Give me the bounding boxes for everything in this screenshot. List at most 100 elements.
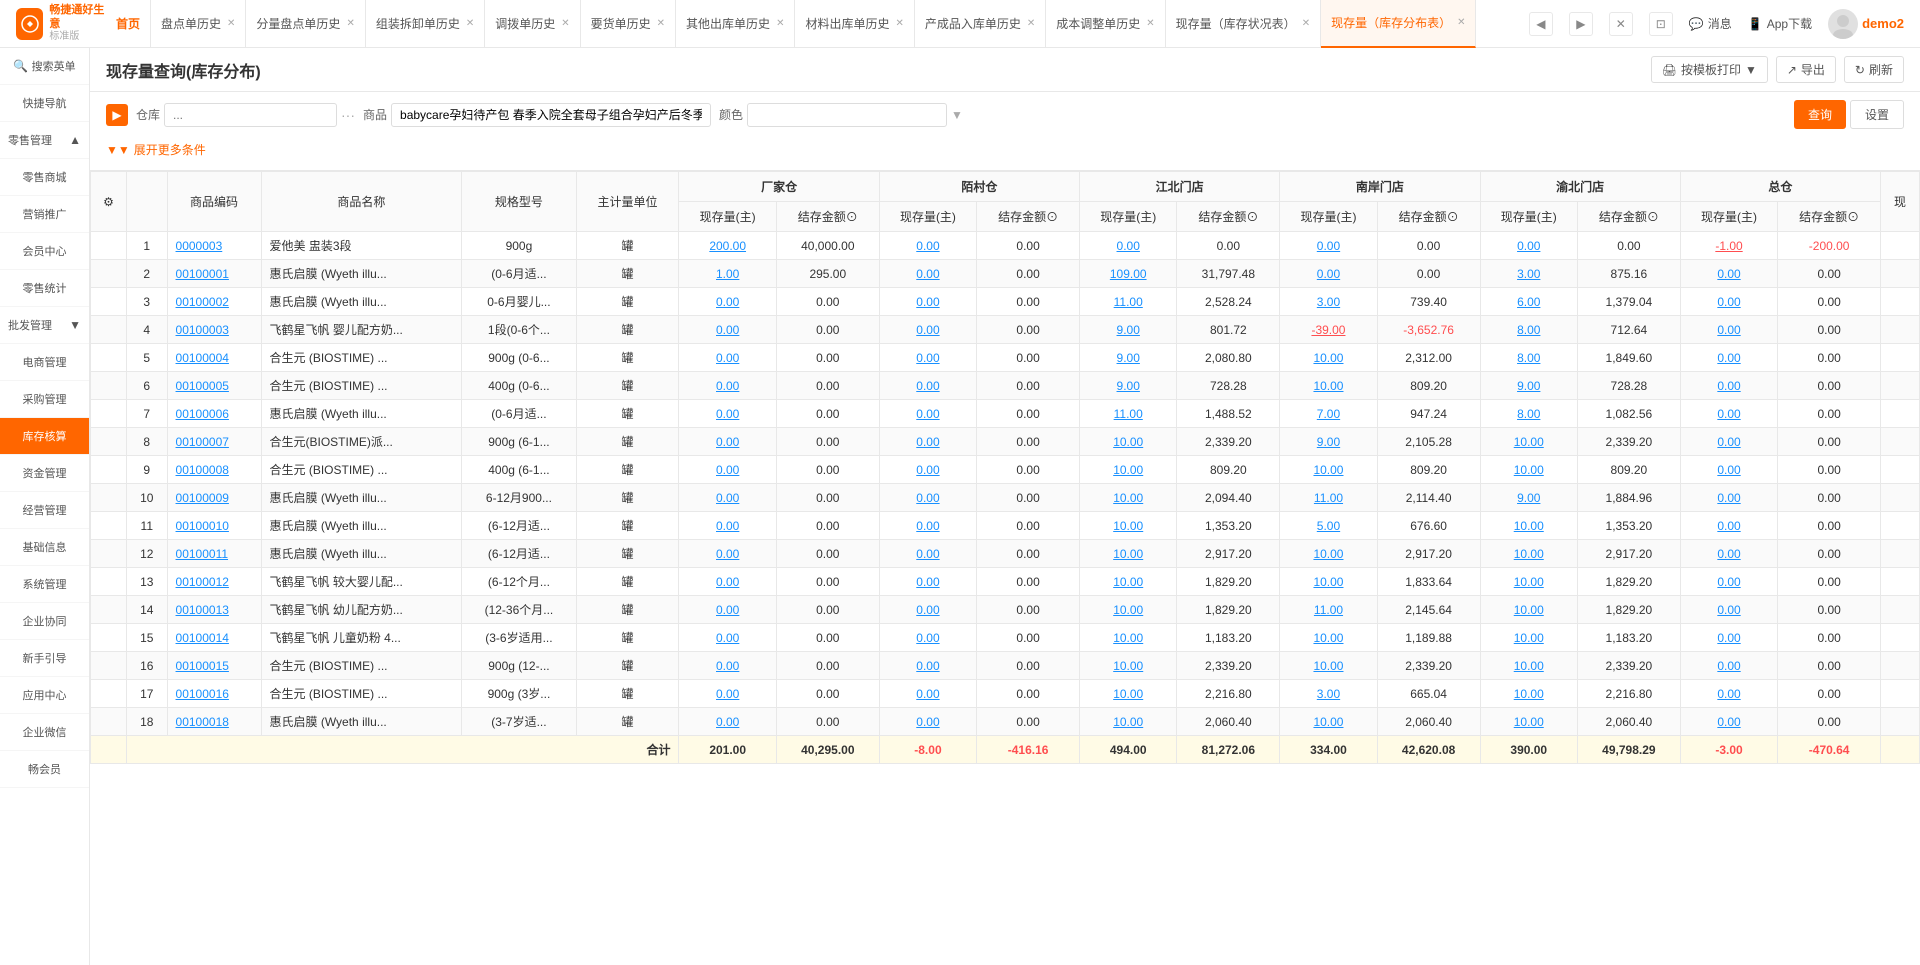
- sidebar-item-search[interactable]: 🔍 搜索英单: [0, 48, 89, 85]
- sidebar-inventory-label: 库存核算: [23, 431, 67, 443]
- row-total-amt: 0.00: [1778, 708, 1881, 736]
- sidebar-item-system[interactable]: 系统管理: [0, 566, 89, 603]
- tab-4[interactable]: 调拨单历史 ✕: [485, 0, 580, 48]
- sum-total-qty: -3.00: [1680, 736, 1777, 764]
- row-c1-qty: 0.00: [679, 372, 776, 400]
- row-c4-amt: 1,189.88: [1377, 624, 1480, 652]
- close-icon[interactable]: ✕: [1302, 18, 1310, 29]
- row-seq: 2: [127, 260, 168, 288]
- sidebar-item-member2[interactable]: 畅会员: [0, 751, 89, 788]
- export-label: 导出: [1801, 61, 1825, 78]
- sidebar-item-ecommerce[interactable]: 电商管理: [0, 344, 89, 381]
- row-spec: 6-12月900...: [462, 484, 576, 512]
- close-icon[interactable]: ✕: [895, 18, 903, 29]
- close-icon[interactable]: ✕: [227, 18, 235, 29]
- row-c4-qty: 11.00: [1280, 484, 1377, 512]
- sidebar-item-wechat[interactable]: 企业微信: [0, 714, 89, 751]
- row-unit: 罐: [576, 372, 679, 400]
- row-c1-amt: 0.00: [776, 456, 879, 484]
- message-icon: 💬: [1689, 17, 1704, 31]
- row-c3-amt: 2,917.20: [1177, 540, 1280, 568]
- row-c5-qty: 10.00: [1480, 512, 1577, 540]
- row-c1-qty: 0.00: [679, 596, 776, 624]
- tab-next-btn[interactable]: ▶: [1569, 12, 1593, 36]
- tab-9[interactable]: 成本调整单历史 ✕: [1046, 0, 1165, 48]
- row-c5-qty: 8.00: [1480, 316, 1577, 344]
- close-icon[interactable]: ✕: [776, 18, 784, 29]
- row-c1-amt: 0.00: [776, 708, 879, 736]
- row-name: 合生元 (BIOSTIME) ...: [261, 680, 462, 708]
- sidebar-item-ops[interactable]: 经营管理: [0, 492, 89, 529]
- row-c5-amt: 2,216.80: [1577, 680, 1680, 708]
- sidebar-item-retail-stats[interactable]: 零售统计: [0, 270, 89, 307]
- sidebar-item-purchase[interactable]: 采购管理: [0, 381, 89, 418]
- message-btn[interactable]: 💬 消息: [1689, 15, 1732, 32]
- sidebar-item-appcenter[interactable]: 应用中心: [0, 677, 89, 714]
- tab-expand-btn[interactable]: ⊡: [1649, 12, 1673, 36]
- expand-more-btn[interactable]: ▼▼ 展开更多条件: [106, 137, 1904, 162]
- row-c1-qty: 0.00: [679, 344, 776, 372]
- close-icon[interactable]: ✕: [1027, 18, 1035, 29]
- tab-7[interactable]: 材料出库单历史 ✕: [795, 0, 914, 48]
- avatar: [1828, 9, 1858, 39]
- tab-5[interactable]: 要货单历史 ✕: [581, 0, 676, 48]
- row-c4-amt: 2,312.00: [1377, 344, 1480, 372]
- tab-home[interactable]: 首页: [106, 0, 151, 48]
- close-icon[interactable]: ✕: [1457, 17, 1465, 28]
- query-btn[interactable]: 查询: [1794, 100, 1846, 129]
- tab-8[interactable]: 产成品入库单历史 ✕: [915, 0, 1046, 48]
- close-icon[interactable]: ✕: [1146, 18, 1154, 29]
- row-unit: 罐: [576, 344, 679, 372]
- sidebar-item-retail-mall[interactable]: 零售商城: [0, 159, 89, 196]
- warehouse-dots[interactable]: ···: [341, 107, 355, 123]
- row-total-amt: 0.00: [1778, 372, 1881, 400]
- tab-close-all-btn[interactable]: ✕: [1609, 12, 1633, 36]
- row-total-amt: 0.00: [1778, 596, 1881, 624]
- close-icon[interactable]: ✕: [561, 18, 569, 29]
- close-icon[interactable]: ✕: [466, 18, 474, 29]
- tab-3[interactable]: 组装拆卸单历史 ✕: [366, 0, 485, 48]
- sidebar-item-inventory[interactable]: 库存核算: [0, 418, 89, 455]
- sidebar-item-collab[interactable]: 企业协同: [0, 603, 89, 640]
- sidebar-item-guide[interactable]: 新手引导: [0, 640, 89, 677]
- tab-prev-btn[interactable]: ◀: [1529, 12, 1553, 36]
- row-c5-qty: 10.00: [1480, 708, 1577, 736]
- table-row: 8 00100007 合生元(BIOSTIME)派... 900g (6-1..…: [91, 428, 1920, 456]
- sum-c5-amt: 49,798.29: [1577, 736, 1680, 764]
- tab-11[interactable]: 现存量（库存分布表） ✕: [1321, 0, 1476, 48]
- color-dropdown-icon[interactable]: ▼: [951, 108, 963, 122]
- tab-6[interactable]: 其他出库单历史 ✕: [676, 0, 795, 48]
- goods-input[interactable]: [391, 103, 711, 127]
- close-icon[interactable]: ✕: [657, 18, 665, 29]
- app-download-btn[interactable]: 📱 App下载: [1748, 15, 1812, 32]
- col-settings-icon[interactable]: ⚙: [91, 172, 127, 232]
- sidebar-item-finance[interactable]: 资金管理: [0, 455, 89, 492]
- row-seq: 18: [127, 708, 168, 736]
- sidebar-item-marketing[interactable]: 营销推广: [0, 196, 89, 233]
- sidebar-item-quicknav[interactable]: 快捷导航: [0, 85, 89, 122]
- setting-btn[interactable]: 设置: [1850, 100, 1904, 129]
- tab-10[interactable]: 现存量（库存状况表） ✕: [1166, 0, 1321, 48]
- summary-row: 合计 201.00 40,295.00 -8.00 -416.16 494.00…: [91, 736, 1920, 764]
- row-name: 惠氏启膜 (Wyeth illu...: [261, 512, 462, 540]
- row-c5-qty: 10.00: [1480, 624, 1577, 652]
- user-area[interactable]: demo2: [1828, 9, 1904, 39]
- sidebar-item-retail-mgmt[interactable]: 零售管理 ▲: [0, 122, 89, 159]
- export-btn[interactable]: ↗ 导出: [1776, 56, 1836, 83]
- warehouse-input[interactable]: [164, 103, 337, 127]
- row-c4-amt: 0.00: [1377, 232, 1480, 260]
- tab-2[interactable]: 分量盘点单历史 ✕: [246, 0, 365, 48]
- sidebar-item-wholesale[interactable]: 批发管理 ▼: [0, 307, 89, 344]
- sidebar-item-basics[interactable]: 基础信息: [0, 529, 89, 566]
- color-input[interactable]: [747, 103, 947, 127]
- refresh-btn[interactable]: ↻ 刷新: [1844, 56, 1904, 83]
- print-btn[interactable]: 🖨 按模板打印 ▼: [1651, 56, 1768, 83]
- filter-expand-btn[interactable]: ▶: [106, 104, 128, 126]
- search-icon: 🔍: [13, 59, 28, 73]
- close-icon[interactable]: ✕: [346, 18, 354, 29]
- tab-1[interactable]: 盘点单历史 ✕: [151, 0, 246, 48]
- row-c1-amt: 0.00: [776, 288, 879, 316]
- row-icon: [91, 568, 127, 596]
- sidebar-item-member[interactable]: 会员中心: [0, 233, 89, 270]
- row-c2-qty: 0.00: [879, 568, 976, 596]
